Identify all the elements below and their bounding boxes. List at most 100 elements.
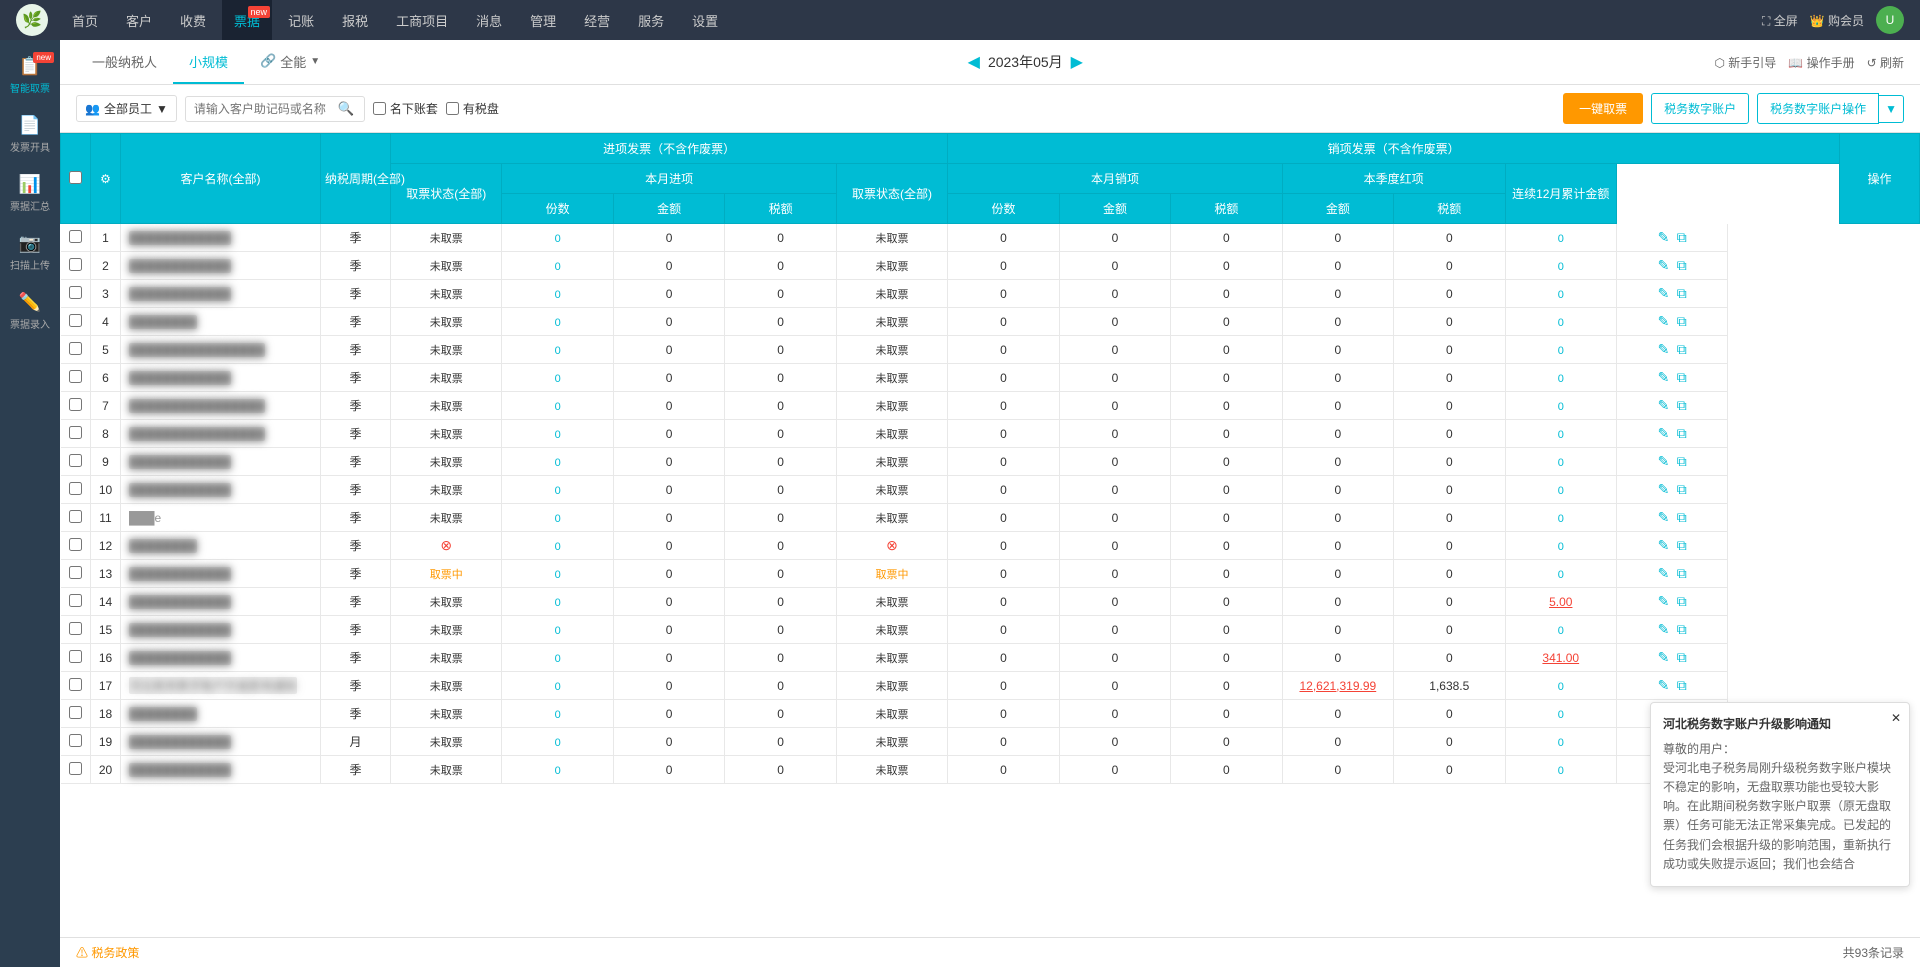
has-tax-filter[interactable]: 有税盘 [446,100,499,117]
copy-icon[interactable]: ⧉ [1677,649,1687,665]
sidebar-item-invoice-open[interactable]: 📄 发票开具 [2,107,58,162]
row-checkbox[interactable] [69,342,82,355]
nav-invoice[interactable]: 票据 new [222,0,272,40]
nav-tax[interactable]: 报税 [330,0,380,40]
cont12-value[interactable]: 0 [1558,513,1564,525]
copy-icon[interactable]: ⧉ [1677,593,1687,609]
tax-digital-account-op-btn[interactable]: 税务数字账户操作 [1757,93,1879,124]
copy-icon[interactable]: ⧉ [1677,621,1687,637]
row-checkbox[interactable] [69,678,82,691]
amount-red-link[interactable]: 12,621,319.99 [1299,679,1376,693]
copy-icon[interactable]: ⧉ [1677,481,1687,497]
edit-icon[interactable]: ✎ [1658,537,1670,553]
tab-all[interactable]: 🔗 全能 ▼ [244,40,336,84]
nav-manage[interactable]: 管理 [518,0,568,40]
employee-select[interactable]: 👥 全部员工 ▼ [76,95,177,122]
edit-icon[interactable]: ✎ [1658,285,1670,301]
nav-service[interactable]: 服务 [626,0,676,40]
tax-policy-link[interactable]: ⚠ 税务政策 [76,944,139,961]
copy-icon[interactable]: ⧉ [1677,565,1687,581]
cont12-value[interactable]: 0 [1558,625,1564,637]
copy-icon[interactable]: ⧉ [1677,313,1687,329]
nav-message[interactable]: 消息 [464,0,514,40]
copy-icon[interactable]: ⧉ [1677,285,1687,301]
edit-icon[interactable]: ✎ [1658,425,1670,441]
search-input[interactable] [194,102,334,116]
row-checkbox[interactable] [69,510,82,523]
cont12-value[interactable]: 0 [1558,317,1564,329]
cont12-value[interactable]: 0 [1558,289,1564,301]
manual-btn[interactable]: 📖 操作手册 [1788,54,1854,71]
has-tax-checkbox[interactable] [446,102,459,115]
notification-close-btn[interactable]: ✕ [1891,711,1901,725]
member-btn[interactable]: 👑 购会员 [1810,12,1864,29]
date-next-btn[interactable]: ▶ [1071,52,1083,72]
sidebar-item-smart-ticket[interactable]: 📋 智能取票 new [2,48,58,103]
cont12-link[interactable]: 5.00 [1549,595,1572,609]
cont12-value[interactable]: 0 [1558,681,1564,693]
edit-icon[interactable]: ✎ [1658,369,1670,385]
cont12-value[interactable]: 0 [1558,429,1564,441]
row-checkbox[interactable] [69,230,82,243]
select-all-checkbox[interactable] [69,171,82,184]
copy-icon[interactable]: ⧉ [1677,229,1687,245]
cont12-link[interactable]: 341.00 [1542,651,1579,665]
edit-icon[interactable]: ✎ [1658,621,1670,637]
edit-icon[interactable]: ✎ [1658,397,1670,413]
cont12-value[interactable]: 0 [1558,401,1564,413]
copy-icon[interactable]: ⧉ [1677,677,1687,693]
edit-icon[interactable]: ✎ [1658,453,1670,469]
nav-settings[interactable]: 设置 [680,0,730,40]
cont12-value[interactable]: 0 [1558,737,1564,749]
date-prev-btn[interactable]: ◀ [968,52,980,72]
nav-home[interactable]: 首页 [60,0,110,40]
copy-icon[interactable]: ⧉ [1677,453,1687,469]
cont12-value[interactable]: 0 [1558,765,1564,777]
nav-operation[interactable]: 经营 [572,0,622,40]
tab-general-taxpayer[interactable]: 一般纳税人 [76,40,173,84]
edit-icon[interactable]: ✎ [1658,229,1670,245]
cont12-value[interactable]: 0 [1558,569,1564,581]
nav-fee[interactable]: 收费 [168,0,218,40]
row-checkbox[interactable] [69,538,82,551]
cont12-value[interactable]: 0 [1558,485,1564,497]
row-checkbox[interactable] [69,622,82,635]
row-checkbox[interactable] [69,286,82,299]
cont12-value[interactable]: 0 [1558,541,1564,553]
row-checkbox[interactable] [69,762,82,775]
cont12-value[interactable]: 0 [1558,233,1564,245]
edit-icon[interactable]: ✎ [1658,649,1670,665]
copy-icon[interactable]: ⧉ [1677,341,1687,357]
row-checkbox[interactable] [69,426,82,439]
fullscreen-btn[interactable]: ⛶ 全屏 [1762,12,1798,29]
row-checkbox[interactable] [69,594,82,607]
edit-icon[interactable]: ✎ [1658,313,1670,329]
copy-icon[interactable]: ⧉ [1677,425,1687,441]
edit-icon[interactable]: ✎ [1658,341,1670,357]
my-accounts-checkbox[interactable] [373,102,386,115]
edit-icon[interactable]: ✎ [1658,257,1670,273]
tax-digital-account-op-arrow[interactable]: ▼ [1879,95,1904,123]
row-checkbox[interactable] [69,454,82,467]
row-checkbox[interactable] [69,482,82,495]
cont12-value[interactable]: 0 [1558,345,1564,357]
row-checkbox[interactable] [69,650,82,663]
tab-small-scale[interactable]: 小规模 [173,40,244,84]
row-checkbox[interactable] [69,734,82,747]
new-guide-btn[interactable]: ⬡ 新手引导 [1714,54,1776,71]
row-checkbox[interactable] [69,314,82,327]
row-checkbox[interactable] [69,706,82,719]
nav-accounting[interactable]: 记账 [276,0,326,40]
edit-icon[interactable]: ✎ [1658,509,1670,525]
cont12-value[interactable]: 0 [1558,709,1564,721]
refresh-btn[interactable]: ↺ 刷新 [1867,54,1904,71]
edit-icon[interactable]: ✎ [1658,565,1670,581]
search-btn[interactable]: 🔍 [338,101,355,117]
copy-icon[interactable]: ⧉ [1677,257,1687,273]
nav-business[interactable]: 工商项目 [384,0,460,40]
copy-icon[interactable]: ⧉ [1677,369,1687,385]
edit-icon[interactable]: ✎ [1658,593,1670,609]
cont12-value[interactable]: 0 [1558,457,1564,469]
one-click-ticket-btn[interactable]: 一键取票 [1563,93,1643,124]
sidebar-item-invoice-entry[interactable]: ✏️ 票据录入 [2,284,58,339]
